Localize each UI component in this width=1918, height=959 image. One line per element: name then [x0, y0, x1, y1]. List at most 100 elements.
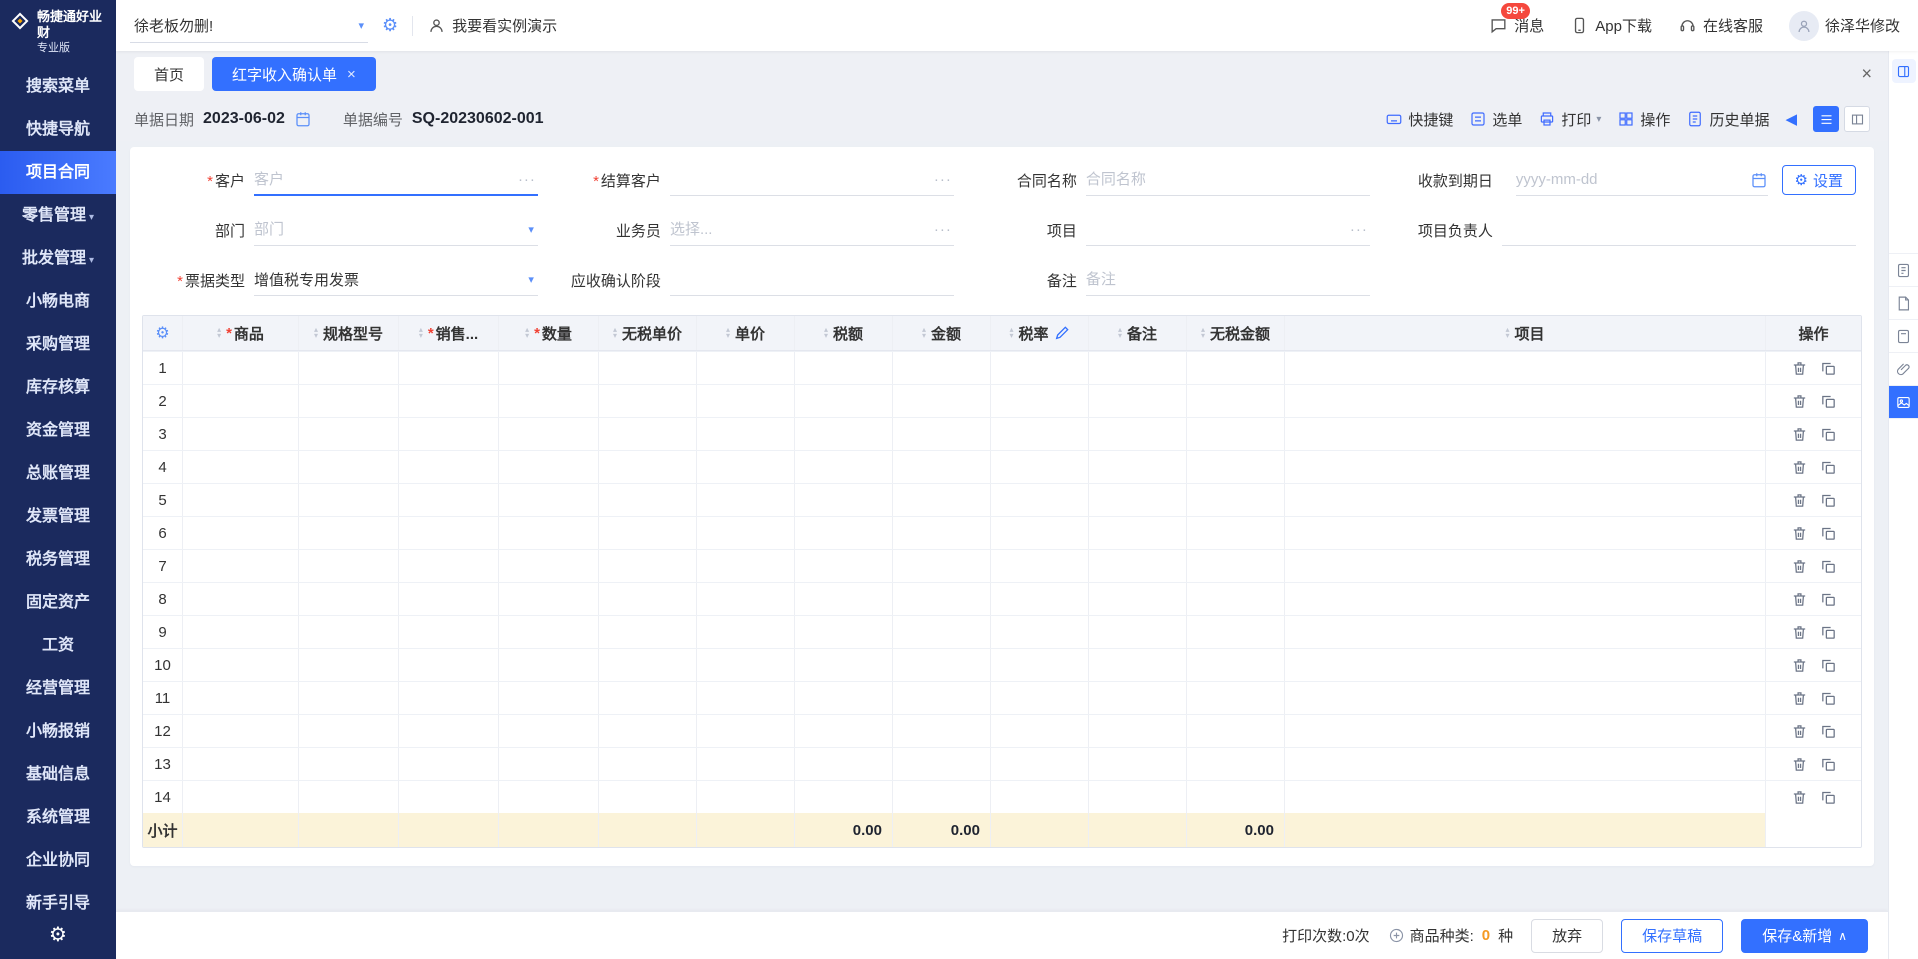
- sidebar-item[interactable]: 企业协同: [0, 839, 116, 882]
- tab-home[interactable]: 首页: [134, 57, 205, 91]
- more-icon[interactable]: ···: [518, 171, 538, 188]
- cell-amount_notax[interactable]: [1187, 451, 1285, 483]
- cell-qty[interactable]: [499, 517, 599, 549]
- cell-product[interactable]: [183, 748, 299, 780]
- cell-product[interactable]: [183, 418, 299, 450]
- cell-tax[interactable]: [795, 649, 893, 681]
- delete-row-icon[interactable]: [1791, 393, 1808, 410]
- settings-button[interactable]: ⚙ 设置: [1781, 165, 1856, 195]
- cell-amount_notax[interactable]: [1187, 649, 1285, 681]
- sidebar-item[interactable]: 采购管理: [0, 323, 116, 366]
- chevron-down-icon[interactable]: ▾: [528, 223, 538, 236]
- copy-row-icon[interactable]: [1820, 360, 1837, 377]
- copy-row-icon[interactable]: [1820, 492, 1837, 509]
- list-view-button[interactable]: [1813, 106, 1839, 132]
- row-number[interactable]: 5: [143, 484, 183, 516]
- cell-price_notax[interactable]: [599, 583, 697, 615]
- invoice-type-select[interactable]: [254, 271, 525, 288]
- column-header-amount_notax[interactable]: ▴ ▾ 无税金额: [1187, 316, 1285, 350]
- cell-amount[interactable]: [893, 748, 991, 780]
- cell-price[interactable]: [697, 451, 795, 483]
- batch-edit-icon[interactable]: [1054, 325, 1070, 341]
- column-header-price[interactable]: ▴ ▾ 单价: [697, 316, 795, 350]
- gear-icon[interactable]: ⚙: [382, 15, 398, 36]
- cell-price_notax[interactable]: [599, 715, 697, 747]
- cell-product[interactable]: [183, 451, 299, 483]
- sidebar-settings-icon[interactable]: ⚙: [0, 922, 116, 947]
- cell-qty[interactable]: [499, 781, 599, 813]
- delete-row-icon[interactable]: [1791, 756, 1808, 773]
- cell-price[interactable]: [697, 748, 795, 780]
- cell-sales[interactable]: [399, 616, 499, 648]
- more-icon[interactable]: ···: [1350, 221, 1370, 238]
- chevron-down-icon[interactable]: ▾: [528, 273, 538, 286]
- cell-sales[interactable]: [399, 715, 499, 747]
- cell-qty[interactable]: [499, 715, 599, 747]
- sort-icon[interactable]: ▴ ▾: [314, 326, 318, 340]
- sort-icon[interactable]: ▴ ▾: [726, 326, 730, 340]
- cell-tax[interactable]: [795, 418, 893, 450]
- cell-product[interactable]: [183, 682, 299, 714]
- cell-sales[interactable]: [399, 583, 499, 615]
- column-header-qty[interactable]: ▴ ▾ * 数量: [499, 316, 599, 350]
- cell-price[interactable]: [697, 781, 795, 813]
- delete-row-icon[interactable]: [1791, 591, 1808, 608]
- sort-icon[interactable]: ▴ ▾: [419, 326, 423, 340]
- cell-tax[interactable]: [795, 385, 893, 417]
- row-number[interactable]: 8: [143, 583, 183, 615]
- cell-project[interactable]: [1285, 550, 1766, 582]
- cell-tax[interactable]: [795, 583, 893, 615]
- cell-project[interactable]: [1285, 682, 1766, 714]
- cell-tax[interactable]: [795, 781, 893, 813]
- cell-sales[interactable]: [399, 550, 499, 582]
- cell-qty[interactable]: [499, 583, 599, 615]
- delete-row-icon[interactable]: [1791, 360, 1808, 377]
- cell-price[interactable]: [697, 418, 795, 450]
- column-header-tax_rate[interactable]: ▴ ▾ 税率: [991, 316, 1089, 350]
- settle-customer-input[interactable]: [669, 171, 930, 188]
- demo-link[interactable]: 我要看实例演示: [427, 15, 557, 36]
- cell-project[interactable]: [1285, 451, 1766, 483]
- cell-note[interactable]: [1089, 682, 1187, 714]
- cell-tax_rate[interactable]: [991, 418, 1089, 450]
- cell-note[interactable]: [1089, 550, 1187, 582]
- sidebar-item[interactable]: 经营管理: [0, 667, 116, 710]
- cell-amount[interactable]: [893, 418, 991, 450]
- cell-project[interactable]: [1285, 418, 1766, 450]
- cell-tax_rate[interactable]: [991, 715, 1089, 747]
- cell-qty[interactable]: [499, 616, 599, 648]
- cell-price_notax[interactable]: [599, 649, 697, 681]
- cell-project[interactable]: [1285, 484, 1766, 516]
- column-header-tax[interactable]: ▴ ▾ 税额: [795, 316, 893, 350]
- cell-amount[interactable]: [893, 715, 991, 747]
- cell-product[interactable]: [183, 385, 299, 417]
- cell-qty[interactable]: [499, 418, 599, 450]
- cell-product[interactable]: [183, 550, 299, 582]
- cell-price[interactable]: [697, 616, 795, 648]
- column-header-product[interactable]: ▴ ▾ * 商品: [183, 316, 299, 350]
- cell-amount[interactable]: [893, 583, 991, 615]
- row-number[interactable]: 11: [143, 682, 183, 714]
- cell-sales[interactable]: [399, 385, 499, 417]
- cell-price_notax[interactable]: [599, 781, 697, 813]
- cell-amount[interactable]: [893, 682, 991, 714]
- column-header-project[interactable]: ▴ ▾ 项目: [1285, 316, 1766, 350]
- sort-icon[interactable]: ▴ ▾: [1118, 326, 1122, 340]
- calendar-icon[interactable]: [1750, 171, 1768, 189]
- cell-price_notax[interactable]: [599, 616, 697, 648]
- cell-tax_rate[interactable]: [991, 385, 1089, 417]
- copy-row-icon[interactable]: [1820, 624, 1837, 641]
- sidebar-item[interactable]: 小畅电商: [0, 280, 116, 323]
- save-and-new-button[interactable]: 保存&新增 ∧: [1741, 918, 1868, 953]
- doc-date-value[interactable]: 2023-06-02: [203, 110, 285, 128]
- save-draft-button[interactable]: 保存草稿: [1621, 918, 1724, 953]
- cell-note[interactable]: [1089, 352, 1187, 384]
- cell-amount_notax[interactable]: [1187, 484, 1285, 516]
- salesman-input[interactable]: [669, 221, 930, 238]
- column-header-note[interactable]: ▴ ▾ 备注: [1089, 316, 1187, 350]
- cell-project[interactable]: [1285, 616, 1766, 648]
- cell-product[interactable]: [183, 352, 299, 384]
- cell-product[interactable]: [183, 649, 299, 681]
- row-number[interactable]: 12: [143, 715, 183, 747]
- cell-sales[interactable]: [399, 682, 499, 714]
